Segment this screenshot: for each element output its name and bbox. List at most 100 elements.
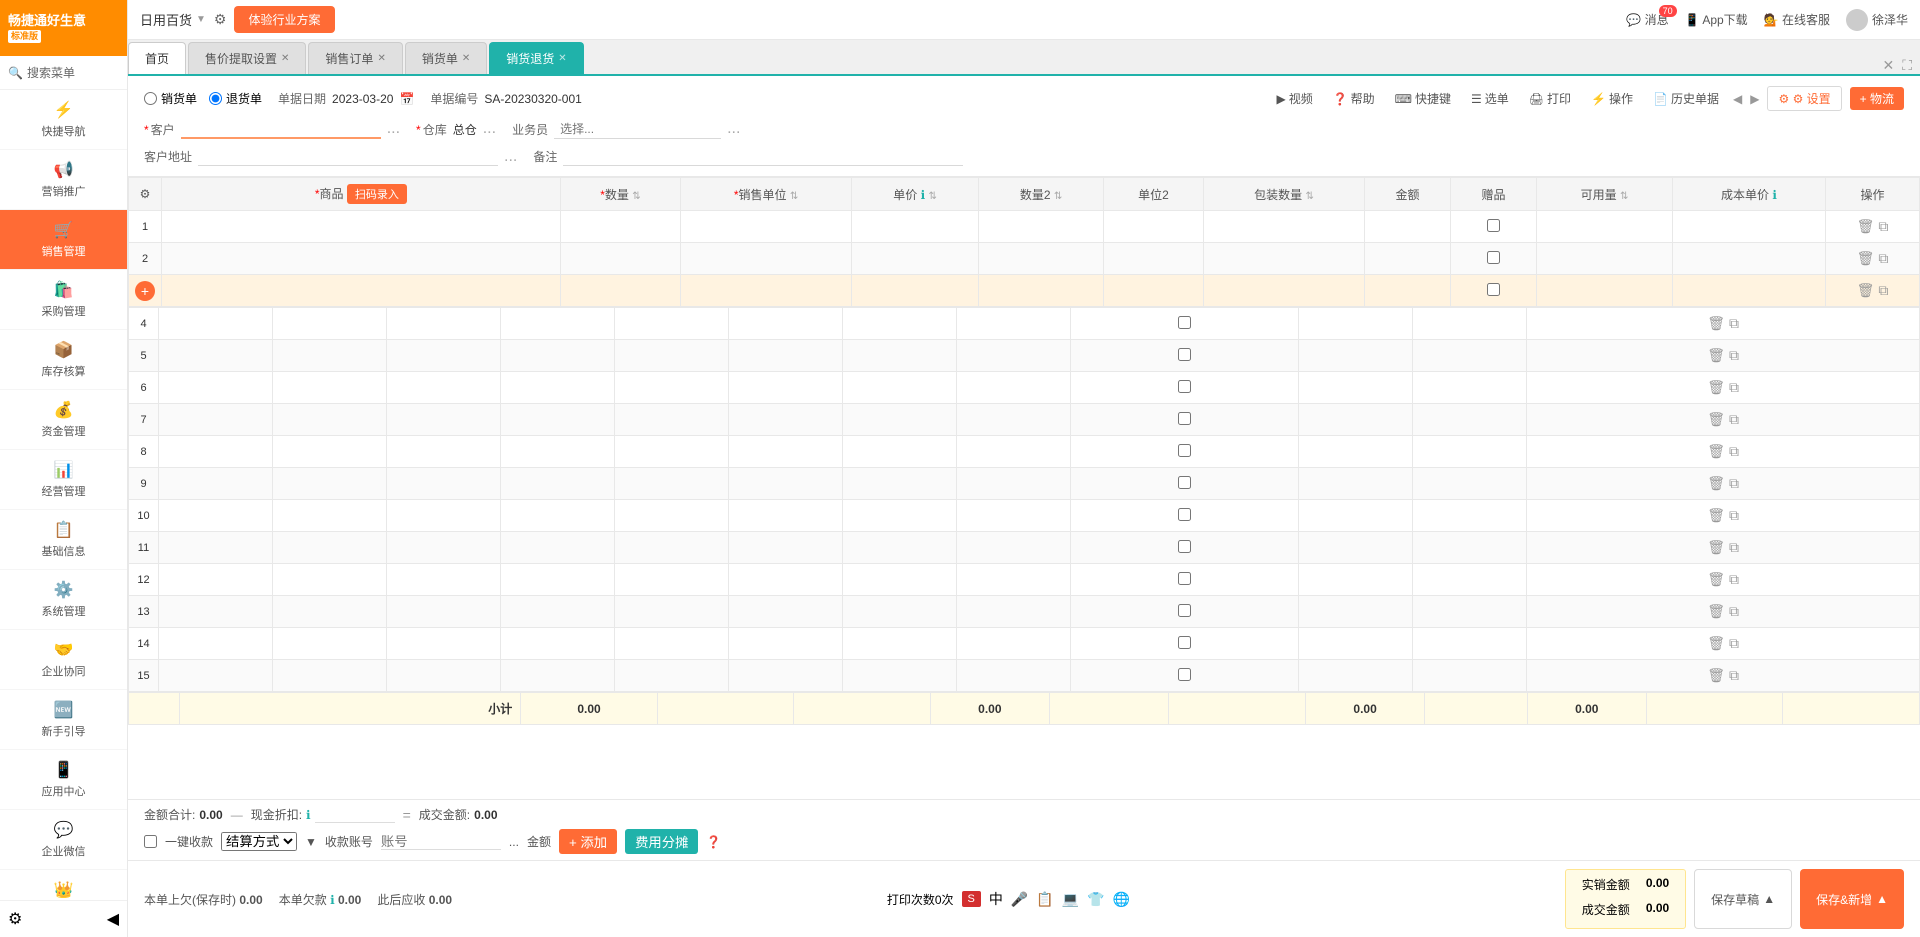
sales-unit-cell[interactable] bbox=[387, 660, 501, 692]
quantity2-cell[interactable] bbox=[615, 436, 729, 468]
product-cell[interactable] bbox=[159, 404, 273, 436]
delete-row-button[interactable]: 🗑 bbox=[1707, 315, 1725, 332]
unit2-cell[interactable] bbox=[729, 596, 843, 628]
toolbar-icon-2[interactable]: 🎤 bbox=[1011, 891, 1028, 908]
amount-cell[interactable] bbox=[957, 596, 1071, 628]
gift-cell[interactable] bbox=[1071, 436, 1299, 468]
maximize-icon[interactable]: ⛶ bbox=[1902, 57, 1912, 74]
product-cell[interactable] bbox=[159, 340, 273, 372]
unit2-cell[interactable] bbox=[729, 628, 843, 660]
quantity2-cell[interactable] bbox=[615, 596, 729, 628]
cost-price-cell[interactable] bbox=[1413, 308, 1527, 340]
sales-unit-cell[interactable] bbox=[681, 243, 852, 275]
available-cell[interactable] bbox=[1299, 468, 1413, 500]
nav-prev-icon[interactable]: ◀ bbox=[1733, 92, 1742, 106]
unit2-cell[interactable] bbox=[729, 436, 843, 468]
radio-input-return[interactable] bbox=[209, 92, 222, 105]
sidebar-item-newbie[interactable]: 🆕 新手引导 bbox=[0, 690, 127, 750]
amount-cell[interactable] bbox=[1364, 211, 1450, 243]
sales-unit-cell[interactable] bbox=[387, 436, 501, 468]
unit-price-cell[interactable] bbox=[501, 500, 615, 532]
product-input[interactable] bbox=[168, 219, 554, 234]
unit-price-cell[interactable] bbox=[501, 532, 615, 564]
quantity2-cell[interactable] bbox=[615, 500, 729, 532]
scan-button[interactable]: 扫码录入 bbox=[347, 184, 407, 204]
toolbar-icon-4[interactable]: 💻 bbox=[1062, 891, 1079, 908]
gift-checkbox[interactable] bbox=[1178, 380, 1191, 393]
delete-row-button[interactable]: 🗑 bbox=[1857, 250, 1875, 267]
quantity2-cell[interactable] bbox=[615, 628, 729, 660]
sidebar-item-quick-nav[interactable]: ⚡ 快捷导航 bbox=[0, 90, 127, 150]
unit2-cell[interactable] bbox=[729, 532, 843, 564]
close-icon[interactable]: ✕ bbox=[281, 53, 289, 64]
radio-sales-doc[interactable]: 销货单 bbox=[144, 90, 197, 107]
unit2-cell[interactable] bbox=[729, 340, 843, 372]
gift-checkbox[interactable] bbox=[1178, 668, 1191, 681]
copy-row-button[interactable]: ⧉ bbox=[1729, 539, 1739, 556]
quantity2-cell[interactable] bbox=[615, 340, 729, 372]
product-cell[interactable] bbox=[159, 372, 273, 404]
quantity-cell[interactable] bbox=[273, 404, 387, 436]
gift-cell[interactable] bbox=[1071, 628, 1299, 660]
sales-unit-cell[interactable] bbox=[387, 596, 501, 628]
sales-unit-cell[interactable] bbox=[387, 500, 501, 532]
delete-row-button[interactable]: 🗑 bbox=[1707, 571, 1725, 588]
sidebar-item-app-center[interactable]: 📱 应用中心 bbox=[0, 750, 127, 810]
tab-price-extract[interactable]: 售价提取设置 ✕ bbox=[188, 42, 306, 74]
history-btn[interactable]: 📄 历史单据 bbox=[1647, 87, 1725, 110]
available-cell[interactable] bbox=[1299, 308, 1413, 340]
unit2-cell[interactable] bbox=[1103, 243, 1203, 275]
unit2-cell[interactable] bbox=[729, 468, 843, 500]
copy-row-button[interactable]: ⧉ bbox=[1878, 218, 1888, 235]
industry-select[interactable]: 日用百货 ▼ bbox=[140, 10, 206, 29]
copy-row-button[interactable]: ⧉ bbox=[1729, 507, 1739, 524]
sales-unit-cell[interactable] bbox=[387, 564, 501, 596]
cost-price-cell[interactable] bbox=[1413, 468, 1527, 500]
delete-row-button[interactable]: 🗑 bbox=[1707, 507, 1725, 524]
message-badge[interactable]: 💬 消息 70 bbox=[1626, 11, 1668, 28]
cost-price-cell[interactable] bbox=[1413, 564, 1527, 596]
copy-row-button[interactable]: ⧉ bbox=[1729, 347, 1739, 364]
sales-unit-cell[interactable] bbox=[681, 211, 852, 243]
toolbar-icon-6[interactable]: 🌐 bbox=[1113, 891, 1130, 908]
sidebar-item-basic-info[interactable]: 📋 基础信息 bbox=[0, 510, 127, 570]
amount-cell[interactable] bbox=[957, 500, 1071, 532]
cost-price-cell[interactable] bbox=[1413, 532, 1527, 564]
radio-input-sales[interactable] bbox=[144, 92, 157, 105]
product-cell[interactable] bbox=[162, 211, 561, 243]
amount-cell[interactable] bbox=[957, 404, 1071, 436]
cost-price-cell[interactable] bbox=[1413, 436, 1527, 468]
online-service-link[interactable]: 💁 在线客服 bbox=[1764, 11, 1830, 28]
quantity-cell[interactable] bbox=[273, 468, 387, 500]
gift-cell[interactable] bbox=[1071, 500, 1299, 532]
toolbar-icon-5[interactable]: 👕 bbox=[1087, 891, 1104, 908]
pack-qty-cell[interactable] bbox=[1203, 275, 1364, 307]
quantity2-cell[interactable] bbox=[979, 275, 1104, 307]
unit-price-cell[interactable] bbox=[851, 211, 978, 243]
calc-method-select[interactable]: 结算方式 bbox=[221, 832, 297, 851]
address-picker-icon[interactable]: ... bbox=[504, 148, 517, 166]
sidebar-item-sales[interactable]: 🛒 销售管理 bbox=[0, 210, 127, 270]
gift-checkbox[interactable] bbox=[1178, 636, 1191, 649]
gift-cell[interactable] bbox=[1071, 532, 1299, 564]
pack-qty-cell[interactable] bbox=[1203, 243, 1364, 275]
collapse-icon[interactable]: ◀ bbox=[107, 909, 119, 929]
available-cell[interactable] bbox=[1299, 564, 1413, 596]
gift-cell[interactable] bbox=[1071, 564, 1299, 596]
copy-row-button[interactable]: ⧉ bbox=[1729, 411, 1739, 428]
unit2-cell[interactable] bbox=[1103, 275, 1203, 307]
app-download-link[interactable]: 📱 App下载 bbox=[1685, 11, 1748, 28]
gift-checkbox[interactable] bbox=[1178, 444, 1191, 457]
unit2-cell[interactable] bbox=[1103, 211, 1203, 243]
close-icon[interactable]: ✕ bbox=[377, 53, 385, 64]
quantity-cell[interactable] bbox=[273, 660, 387, 692]
add-row-button[interactable]: + bbox=[135, 281, 155, 301]
sidebar-item-marketing[interactable]: 📢 营销推广 bbox=[0, 150, 127, 210]
cost-price-cell[interactable] bbox=[1413, 404, 1527, 436]
tab-sales-return[interactable]: 销货退货 ✕ bbox=[489, 42, 583, 74]
delete-row-button[interactable]: 🗑 bbox=[1707, 635, 1725, 652]
available-cell[interactable] bbox=[1299, 340, 1413, 372]
unit-price-cell[interactable] bbox=[501, 308, 615, 340]
tab-home[interactable]: 首页 bbox=[128, 42, 186, 74]
gift-cell[interactable] bbox=[1451, 243, 1537, 275]
